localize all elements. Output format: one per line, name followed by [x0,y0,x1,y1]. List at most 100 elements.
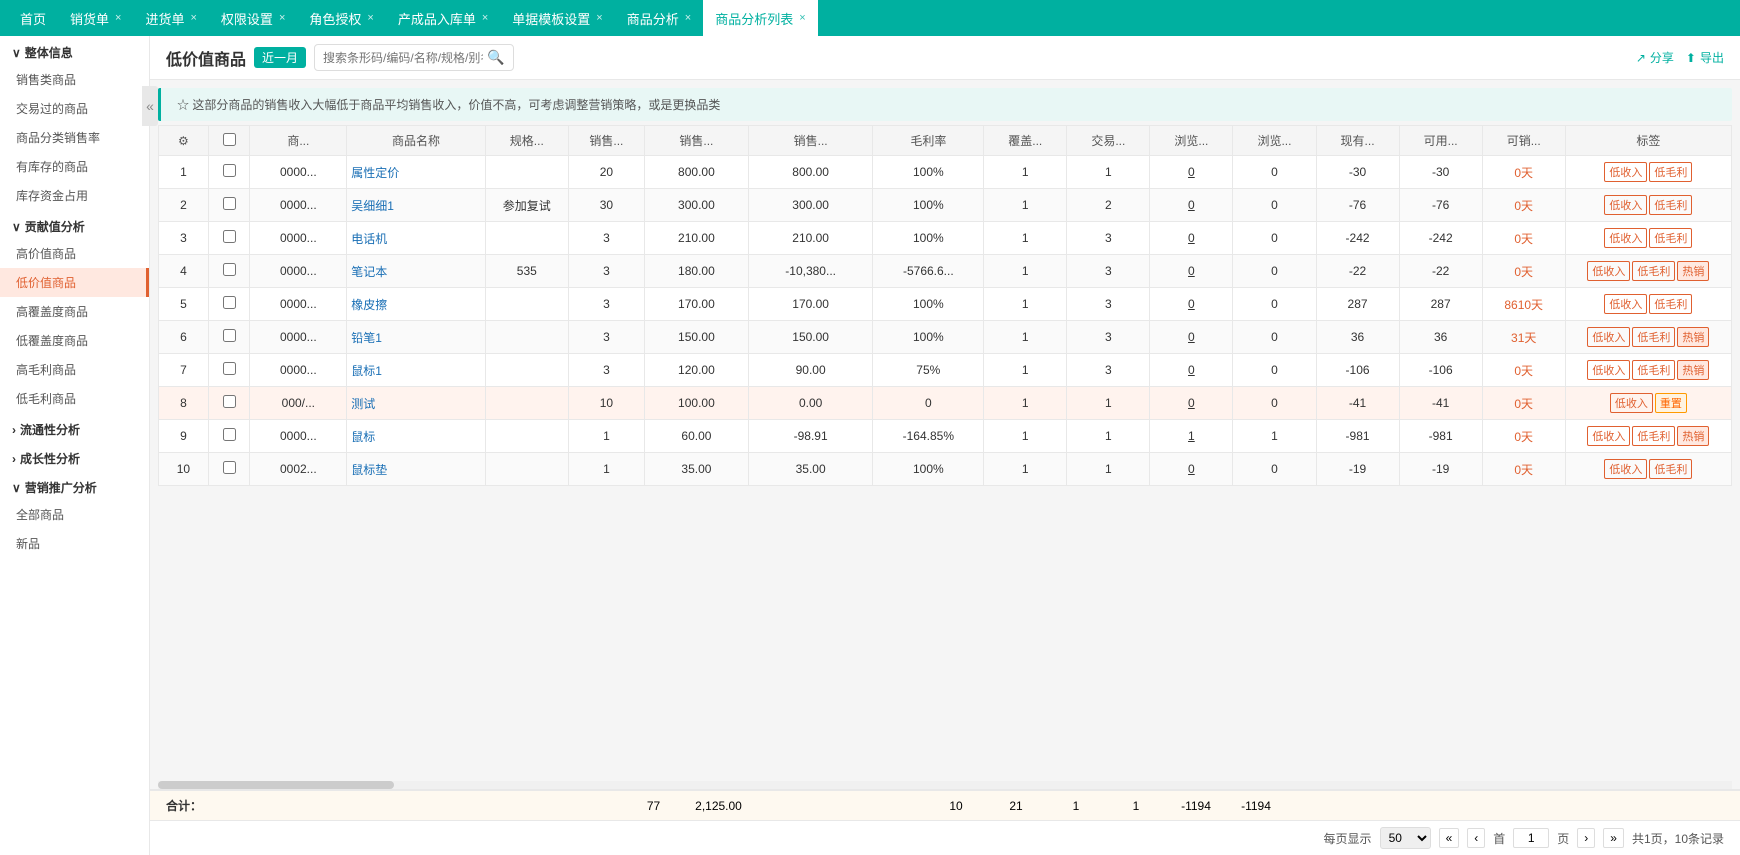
row-checkbox[interactable] [208,156,250,189]
row-select-checkbox[interactable] [223,428,236,441]
sidebar-item-new-products[interactable]: 新品 [0,529,149,558]
nav-sales-order[interactable]: 销货单 × [58,0,133,36]
row-name[interactable]: 属性定价 [347,156,485,189]
total-trade: 21 [986,799,1046,813]
sidebar-group-contribution[interactable]: ∨ 贡献值分析 [0,210,149,239]
page-number-input[interactable] [1513,828,1549,848]
row-select-checkbox[interactable] [223,164,236,177]
row-browse1[interactable]: 0 [1150,321,1233,354]
search-icon[interactable]: 🔍 [487,49,504,66]
product-tag: 低收入 [1604,195,1647,215]
row-select-checkbox[interactable] [223,329,236,342]
sidebar-group-marketing[interactable]: ∨ 营销推广分析 [0,471,149,500]
row-checkbox[interactable] [208,387,250,420]
row-select-checkbox[interactable] [223,395,236,408]
sidebar-item-low-value[interactable]: 低价值商品 [0,268,149,297]
row-name[interactable]: 橡皮擦 [347,288,485,321]
sidebar-item-sales-products[interactable]: 销售类商品 [0,65,149,94]
row-name[interactable]: 鼠标1 [347,354,485,387]
row-browse1[interactable]: 0 [1150,387,1233,420]
sidebar-item-low-margin[interactable]: 低毛利商品 [0,384,149,413]
row-name[interactable]: 鼠标 [347,420,485,453]
row-select-checkbox[interactable] [223,230,236,243]
sidebar-group-circulation[interactable]: › 流通性分析 [0,413,149,442]
close-icon[interactable]: × [115,12,121,24]
horizontal-scrollbar[interactable] [158,781,1732,789]
row-name[interactable]: 吴细细1 [347,189,485,222]
close-icon[interactable]: × [799,12,805,24]
export-button[interactable]: ⬆ 导出 [1686,49,1724,66]
sidebar-group-overview[interactable]: ∨ 整体信息 [0,36,149,65]
sidebar-item-stocked-products[interactable]: 有库存的商品 [0,152,149,181]
nav-home[interactable]: 首页 [8,0,58,36]
row-select-checkbox[interactable] [223,296,236,309]
row-browse1[interactable]: 1 [1150,420,1233,453]
share-button[interactable]: ↗ 分享 [1636,49,1674,66]
row-name[interactable]: 鼠标垫 [347,453,485,486]
first-page-button[interactable]: « [1439,828,1460,848]
row-browse1[interactable]: 0 [1150,156,1233,189]
row-select-checkbox[interactable] [223,263,236,276]
row-checkbox[interactable] [208,222,250,255]
close-icon[interactable]: × [482,12,488,24]
nav-product-analysis-list[interactable]: 商品分析列表 × [703,0,817,36]
row-name[interactable]: 电话机 [347,222,485,255]
nav-product-storage[interactable]: 产成品入库单 × [386,0,500,36]
settings-col-header[interactable]: ⚙ [159,126,209,156]
search-input[interactable] [323,51,483,65]
nav-role-auth[interactable]: 角色授权 × [297,0,385,36]
row-checkbox[interactable] [208,288,250,321]
prev-page-button[interactable]: ‹ [1467,828,1485,848]
nav-product-analysis[interactable]: 商品分析 × [615,0,703,36]
checkbox-col-header[interactable] [208,126,250,156]
row-select-checkbox[interactable] [223,197,236,210]
sidebar-item-high-coverage[interactable]: 高覆盖度商品 [0,297,149,326]
close-icon[interactable]: × [685,12,691,24]
row-trade: 3 [1067,255,1150,288]
row-browse1[interactable]: 0 [1150,222,1233,255]
sidebar-item-high-value[interactable]: 高价值商品 [0,239,149,268]
sidebar-group-growth[interactable]: › 成长性分析 [0,442,149,471]
row-browse1[interactable]: 0 [1150,453,1233,486]
last-page-button[interactable]: » [1603,828,1624,848]
sidebar: ∨ 整体信息 销售类商品 交易过的商品 商品分类销售率 有库存的商品 库存资金占… [0,36,150,855]
row-browse1[interactable]: 0 [1150,189,1233,222]
row-select-checkbox[interactable] [223,362,236,375]
close-icon[interactable]: × [190,12,196,24]
row-checkbox[interactable] [208,321,250,354]
table-container[interactable]: ⚙ 商... 商品名称 规格... 销售... 销售... 销售... 毛利率 … [150,125,1740,781]
row-browse1[interactable]: 0 [1150,354,1233,387]
row-checkbox[interactable] [208,255,250,288]
row-checkbox[interactable] [208,189,250,222]
row-trade: 3 [1067,321,1150,354]
row-name[interactable]: 测试 [347,387,485,420]
nav-template-settings[interactable]: 单据模板设置 × [500,0,614,36]
sidebar-item-low-coverage[interactable]: 低覆盖度商品 [0,326,149,355]
period-tag[interactable]: 近一月 [254,47,306,68]
row-browse1[interactable]: 0 [1150,255,1233,288]
product-tag: 低毛利 [1649,228,1692,248]
row-checkbox[interactable] [208,420,250,453]
row-checkbox[interactable] [208,354,250,387]
nav-permissions[interactable]: 权限设置 × [209,0,297,36]
row-browse1[interactable]: 0 [1150,288,1233,321]
next-page-button[interactable]: › [1577,828,1595,848]
sidebar-item-category-sales-rate[interactable]: 商品分类销售率 [0,123,149,152]
row-code: 0000... [250,156,347,189]
row-name[interactable]: 笔记本 [347,255,485,288]
select-all-checkbox[interactable] [223,133,236,146]
sidebar-item-high-margin[interactable]: 高毛利商品 [0,355,149,384]
sidebar-collapse-button[interactable]: « [142,86,158,126]
row-name[interactable]: 铅笔1 [347,321,485,354]
sidebar-item-traded-products[interactable]: 交易过的商品 [0,94,149,123]
close-icon[interactable]: × [279,12,285,24]
page-size-select[interactable]: 50 100 [1380,827,1431,849]
close-icon[interactable]: × [596,12,602,24]
nav-purchase-order[interactable]: 进货单 × [133,0,208,36]
sidebar-item-all-products[interactable]: 全部商品 [0,500,149,529]
row-checkbox[interactable] [208,453,250,486]
row-select-checkbox[interactable] [223,461,236,474]
scrollbar-thumb[interactable] [158,781,394,789]
sidebar-item-inventory-capital[interactable]: 库存资金占用 [0,181,149,210]
close-icon[interactable]: × [367,12,373,24]
